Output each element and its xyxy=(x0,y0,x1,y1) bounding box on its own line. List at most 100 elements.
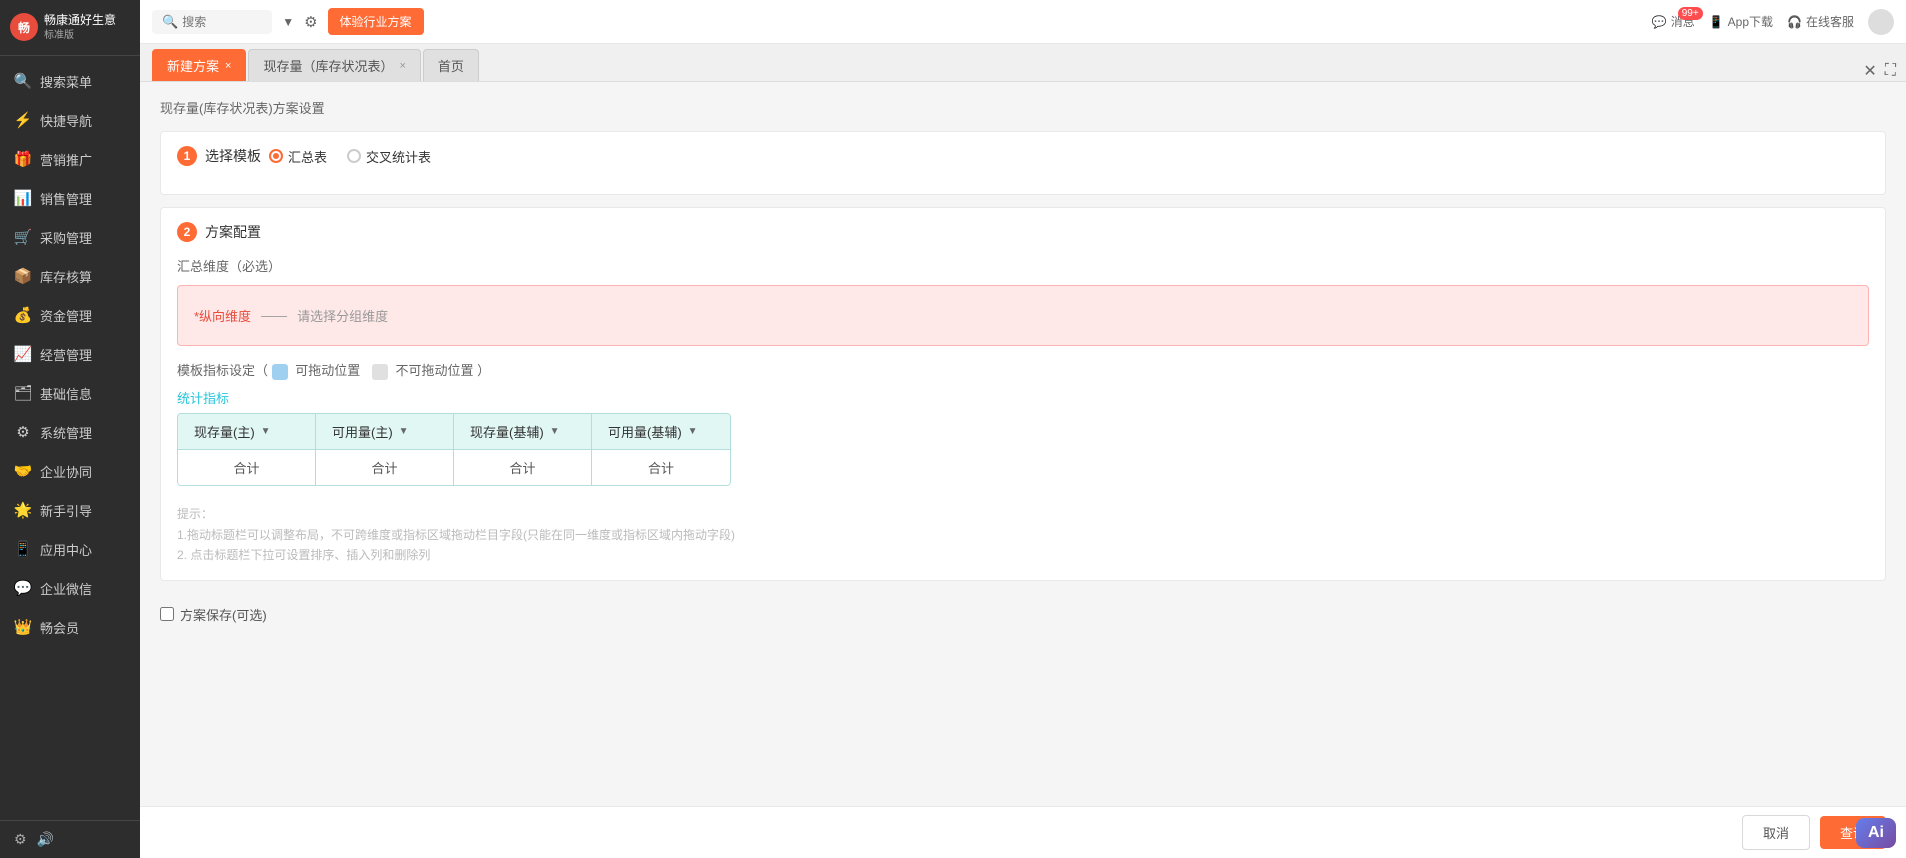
stats-col-label-2: 现存量(基辅) xyxy=(470,422,544,441)
cancel-button[interactable]: 取消 xyxy=(1742,815,1810,850)
indicator-row: 模板指标设定（ 可拖动位置 不可拖动位置 ） xyxy=(177,360,1869,380)
radio-label-crosstab: 交叉统计表 xyxy=(366,147,431,166)
bottombar: 取消 查询 xyxy=(140,806,1906,858)
step2-header: 2 方案配置 xyxy=(177,222,1869,242)
sidebar-label-finance: 资金管理 xyxy=(40,306,92,325)
tab-label-inventory: 现存量（库存状况表） xyxy=(263,56,393,75)
sidebar-item-operations[interactable]: 📈 经营管理 xyxy=(0,335,140,374)
sidebar-logo: 畅 畅康通好生意 标准版 xyxy=(0,0,140,56)
stats-col-label-3: 可用量(基辅) xyxy=(608,422,682,441)
sidebar-label-appstore: 应用中心 xyxy=(40,540,92,559)
stats-header-cell-0[interactable]: 现存量(主) ▼ xyxy=(178,414,316,449)
col-dropdown-icon-0[interactable]: ▼ xyxy=(261,426,271,437)
sidebar-item-marketing[interactable]: 🎁 营销推广 xyxy=(0,140,140,179)
sidebar-nav: 🔍 搜索菜单 ⚡ 快捷导航 🎁 营销推广 📊销售管理🛒采购管理📦库存核算💰资金管理 📈 经营管理… xyxy=(0,56,140,820)
basic-icon: 🗂 xyxy=(14,384,32,402)
sidebar-item-search[interactable]: 🔍 搜索菜单 xyxy=(0,62,140,101)
tab-close-new-plan[interactable]: × xyxy=(225,60,231,72)
stats-col-label-0: 现存量(主) xyxy=(194,422,255,441)
trial-btn[interactable]: 体验行业方案 xyxy=(328,8,424,35)
radio-crosstab[interactable]: 交叉统计表 xyxy=(347,147,431,166)
stats-header-cell-1[interactable]: 可用量(主)▼ xyxy=(316,414,454,449)
draggable-badge xyxy=(272,364,288,380)
tab-new-plan[interactable]: 新建方案× xyxy=(152,49,246,81)
tip-item-1: 2. 点击标题栏下拉可设置排序、插入列和删除列 xyxy=(177,546,1869,563)
messages-btn[interactable]: 💬 消息 99+ xyxy=(1652,13,1695,30)
settings-icon[interactable]: ⚙ xyxy=(14,831,27,848)
sidebar-label-enterprise: 企业协同 xyxy=(40,462,92,481)
step2-label: 方案配置 xyxy=(205,222,261,242)
step1-num: 1 xyxy=(177,146,197,166)
topbar-dropdown-icon[interactable]: ▼ xyxy=(282,15,294,29)
sidebar-item-system[interactable]: ⚙系统管理 xyxy=(0,413,140,452)
sidebar: 畅 畅康通好生意 标准版 🔍 搜索菜单 ⚡ 快捷导航 🎁 营销推广 📊销售管理🛒采购管理📦库… xyxy=(0,0,140,858)
stats-header-cell-2[interactable]: 现存量(基辅) ▼ xyxy=(454,414,592,449)
tab-label-home: 首页 xyxy=(438,56,464,75)
tab-home[interactable]: 首页 xyxy=(423,49,479,81)
col-dropdown-icon-1[interactable]: ▼ xyxy=(399,426,409,437)
ai-badge[interactable]: Ai xyxy=(1856,818,1896,848)
app-logo-text: 畅康通好生意 标准版 xyxy=(44,12,116,43)
radio-summary[interactable]: 汇总表 xyxy=(269,147,327,166)
sidebar-label-search: 搜索菜单 xyxy=(40,72,92,91)
sidebar-label-member: 畅会员 xyxy=(40,618,79,637)
app-logo-icon: 畅 xyxy=(10,13,38,41)
search-bar[interactable]: 🔍 xyxy=(152,10,272,34)
step1-card: 1 选择模板 汇总表 交叉统计表 xyxy=(160,131,1886,195)
step1-label: 选择模板 xyxy=(205,146,261,166)
stats-header-cell-3[interactable]: 可用量(基辅) ▼ xyxy=(592,414,730,449)
col-dropdown-icon-3[interactable]: ▼ xyxy=(688,426,698,437)
search-icon: 🔍 xyxy=(14,72,32,90)
tab-inventory[interactable]: 现存量（库存状况表） × xyxy=(248,49,420,81)
inventory-icon: 📦 xyxy=(14,267,32,285)
search-icon: 🔍 xyxy=(162,14,178,30)
dimension-row: *纵向维度 —— 请选择分组维度 xyxy=(194,306,1852,325)
sidebar-item-newbie[interactable]: 🌟新手引导 xyxy=(0,491,140,530)
online-service-btn[interactable]: 🎧 在线客服 xyxy=(1787,13,1854,30)
dimension-separator: —— xyxy=(261,308,287,323)
save-label: 方案保存(可选) xyxy=(180,605,267,624)
shortcut-icon: ⚡ xyxy=(14,111,32,129)
sidebar-item-inventory[interactable]: 📦库存核算 xyxy=(0,257,140,296)
content-area: 现存量(库存状况表)方案设置 1 选择模板 汇总表交叉统计表 2 方案配置 汇总… xyxy=(140,82,1906,806)
sidebar-item-member[interactable]: 👑畅会员 xyxy=(0,608,140,647)
sidebar-item-finance[interactable]: 💰资金管理 xyxy=(0,296,140,335)
sidebar-item-shortcut[interactable]: ⚡ 快捷导航 xyxy=(0,101,140,140)
volume-icon[interactable]: 🔊 xyxy=(37,831,54,848)
main-area: 🔍 ▼ ⚙ 体验行业方案 💬 消息 99+ 📱 App下载 🎧 在线客服 新 xyxy=(140,0,1906,858)
non-draggable-badge xyxy=(372,364,388,380)
tips-title: 提示： xyxy=(177,505,1869,522)
sidebar-item-wechat[interactable]: 💬企业微信 xyxy=(0,569,140,608)
operations-icon: 📈 xyxy=(14,345,32,363)
stats-cell-0-3: 合计 xyxy=(592,450,730,485)
sidebar-label-shortcut: 快捷导航 xyxy=(40,111,92,130)
dimension-area[interactable]: *纵向维度 —— 请选择分组维度 xyxy=(177,285,1869,346)
tab-close-inventory[interactable]: × xyxy=(399,60,405,72)
stats-title: 统计指标 xyxy=(177,388,1869,407)
stats-cell-0-0: 合计 xyxy=(178,450,316,485)
topbar-gear-icon[interactable]: ⚙ xyxy=(304,13,317,31)
search-input[interactable] xyxy=(182,15,262,29)
tabbar-controls: ✕⛶ xyxy=(1853,61,1906,81)
stats-cell-0-1: 合计 xyxy=(316,450,454,485)
sidebar-item-sales[interactable]: 📊销售管理 xyxy=(0,179,140,218)
tab-expand-icon[interactable]: ⛶ xyxy=(1885,62,1896,80)
sidebar-item-appstore[interactable]: 📱 应用中心 xyxy=(0,530,140,569)
marketing-icon: 🎁 xyxy=(14,150,32,168)
sidebar-item-purchase[interactable]: 🛒采购管理 xyxy=(0,218,140,257)
appstore-icon: 📱 xyxy=(14,540,32,558)
indicator-label-text: 模板指标设定（ 可拖动位置 不可拖动位置 ） xyxy=(177,360,490,380)
sidebar-item-basic[interactable]: 🗂基础信息 xyxy=(0,374,140,413)
tab-close-all-icon[interactable]: ✕ xyxy=(1863,61,1876,81)
sidebar-item-enterprise[interactable]: 🤝企业协同 xyxy=(0,452,140,491)
user-avatar[interactable] xyxy=(1868,9,1894,35)
radio-label-summary: 汇总表 xyxy=(288,147,327,166)
sales-icon: 📊 xyxy=(14,189,32,207)
save-checkbox[interactable] xyxy=(160,607,174,621)
topbar-right: 💬 消息 99+ 📱 App下载 🎧 在线客服 xyxy=(1652,9,1894,35)
sidebar-label-operations: 经营管理 xyxy=(40,345,92,364)
col-dropdown-icon-2[interactable]: ▼ xyxy=(550,426,560,437)
sidebar-label-marketing: 营销推广 xyxy=(40,150,92,169)
sidebar-footer: ⚙ 🔊 xyxy=(0,820,140,858)
app-download-btn[interactable]: 📱 App下载 xyxy=(1709,13,1773,30)
